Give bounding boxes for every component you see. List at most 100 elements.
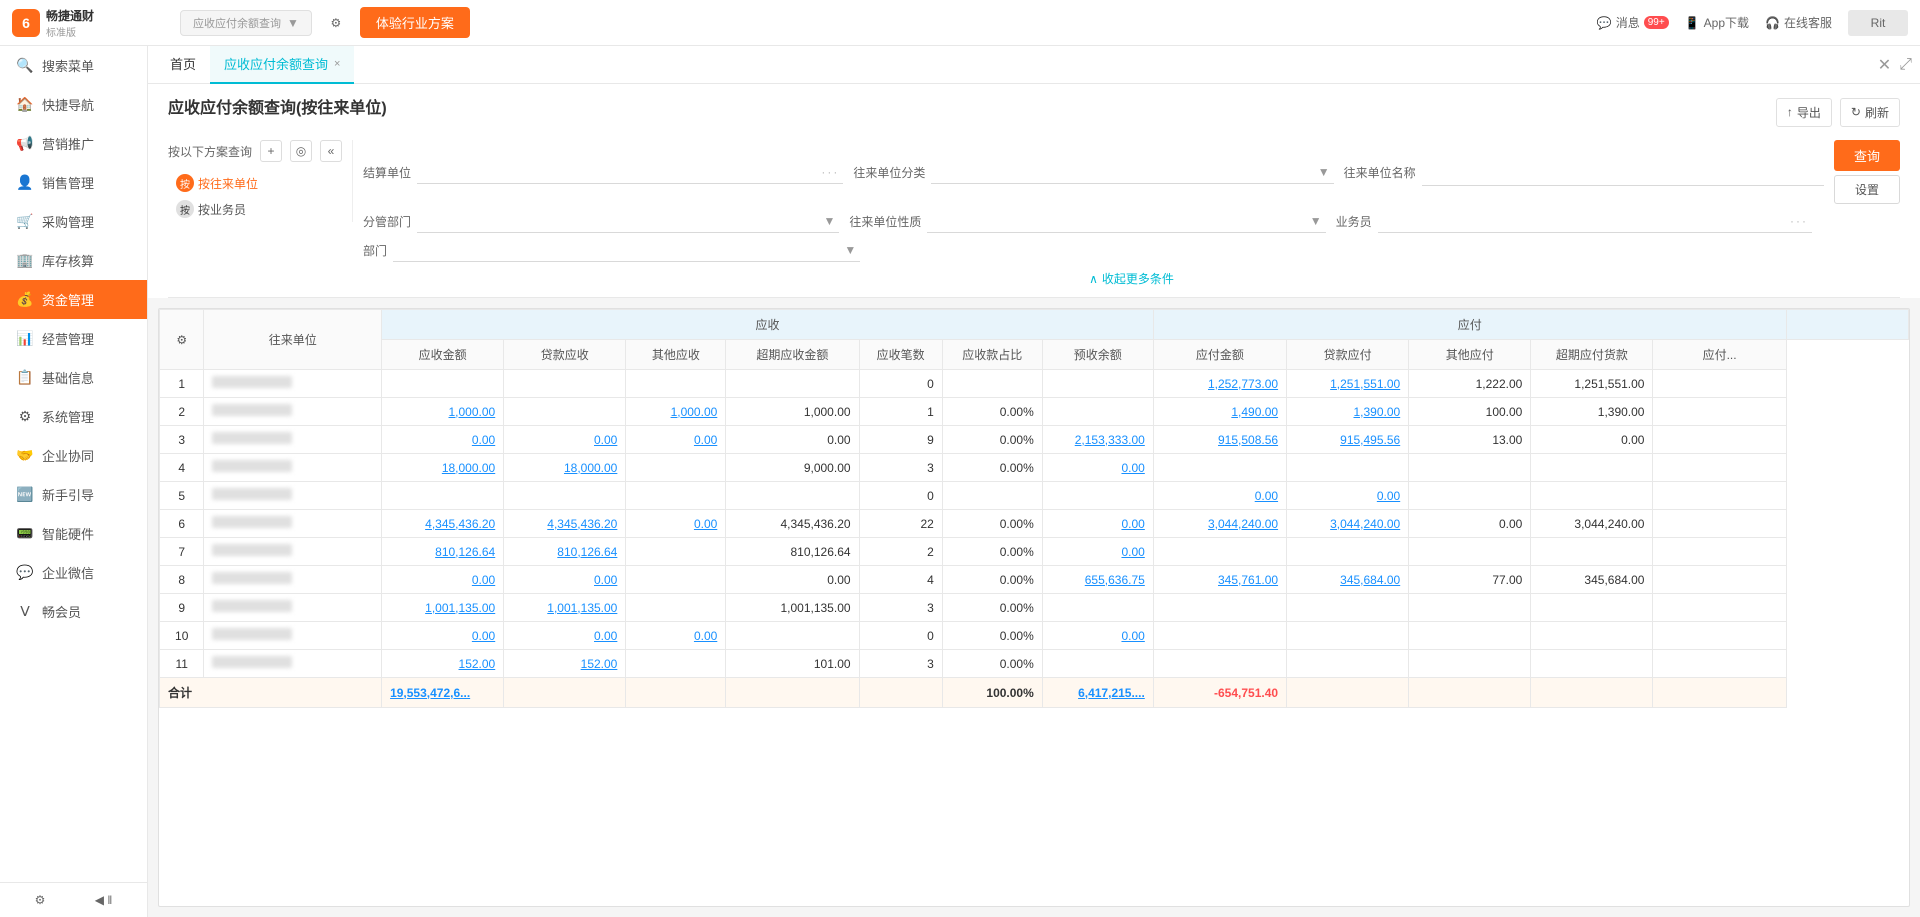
collapse-filter-button[interactable]: « [320,140,342,162]
sidebar-item-quick-nav[interactable]: 🏠 快捷导航 [0,85,147,124]
salesperson-input[interactable]: ··· [1378,210,1812,233]
chevron-down-icon: ▼ [1318,165,1330,179]
user-avatar[interactable]: Rit [1848,10,1908,36]
footer-ar-amount[interactable]: 19,553,472,6... [382,678,504,708]
sidebar-label: 企业协同 [42,446,94,465]
table-row: 101,252,773.001,251,551.001,222.001,251,… [160,370,1909,398]
system-icon: ⚙ [16,408,34,425]
partner-category-select[interactable]: ▼ [931,161,1333,184]
refresh-button[interactable]: ↻ 刷新 [1840,98,1900,127]
query-btn-group: 查询 设置 [1834,140,1900,204]
partner-nature-select[interactable]: ▼ [927,210,1325,233]
settlement-label: 结算单位 [363,164,411,181]
chevron-down-icon-3: ▼ [1310,214,1322,228]
purchase-icon: 🛒 [16,213,34,230]
table-container: ⚙ 往来单位 应收 应付 应收金额 贷款应收 其他应收 超期应收金额 应收笔数 … [148,298,1920,917]
sidebar-label: 库存核算 [42,251,94,270]
dept-manager-select[interactable]: ▼ [417,210,839,233]
table-settings-icon[interactable]: ⚙ [176,333,187,347]
th-ap-group: 应付 [1153,310,1786,340]
partner-name-input[interactable] [1422,158,1824,186]
filter-label: 按以下方案查询 [168,143,252,160]
tab-expand-icon[interactable]: ⤢ [1899,56,1912,74]
sidebar-item-basic[interactable]: 📋 基础信息 [0,358,147,397]
filter-scheme-by-staff[interactable]: 按 按业务员 [168,196,342,222]
sidebar-item-enterprise[interactable]: 🤝 企业协同 [0,436,147,475]
sidebar-item-purchase[interactable]: 🛒 采购管理 [0,202,147,241]
th-ar-overdue: 超期应收金额 [726,340,859,370]
sidebar-bottom: ⚙ ◀ ‖ [0,882,147,917]
sidebar-item-sales[interactable]: 👤 销售管理 [0,163,147,202]
sidebar-item-system[interactable]: ⚙ 系统管理 [0,397,147,436]
dept-manager-label: 分管部门 [363,213,411,230]
table-row: 418,000.0018,000.009,000.0030.00%0.00 [160,454,1909,482]
breadcrumb[interactable]: 应收应付余额查询 ▼ [180,10,312,36]
sidebar-item-search-menu[interactable]: 🔍 搜索菜单 [0,46,147,85]
sidebar-label: 智能硬件 [42,524,94,543]
scheme-staff-icon: 按 [176,200,194,218]
table-row: 30.000.000.000.0090.00%2,153,333.00915,5… [160,426,1909,454]
filter-scheme-by-unit[interactable]: 按 按往来单位 [168,170,342,196]
sidebar-item-guide[interactable]: 🆕 新手引导 [0,475,147,514]
messages-button[interactable]: 💬 消息 99+ [1597,14,1669,31]
tab-ar-balance[interactable]: 应收应付余额查询 × [210,46,354,84]
table-row: 21,000.001,000.001,000.0010.00%1,490.001… [160,398,1909,426]
sidebar-label: 畅会员 [42,602,81,621]
settings-gear-icon[interactable]: ⚙ [320,7,352,39]
tab-close-icon[interactable]: × [334,58,340,70]
tab-home[interactable]: 首页 [156,46,210,84]
sidebar-item-finance[interactable]: 💰 资金管理 [0,280,147,319]
sidebar-label: 经营管理 [42,329,94,348]
table-row: 80.000.000.0040.00%655,636.75345,761.003… [160,566,1909,594]
table-footer-row: 合计 19,553,472,6... 100.00% 6,417,215....… [160,678,1909,708]
enterprise-icon: 🤝 [16,447,34,464]
footer-ar-prepay[interactable]: 6,417,215.... [1042,678,1153,708]
filter-cell-dept: 部门 ▼ [363,239,870,262]
partner-name-label: 往来单位名称 [1344,164,1416,181]
filter-scheme-panel: 按以下方案查询 + ◎ « 按 按往来单位 按 按业务员 [168,140,353,222]
top-bar-right: 💬 消息 99+ 📱 App下载 🎧 在线客服 Rit [1597,10,1908,36]
footer-ap-other [1409,678,1531,708]
top-bar: 6 畅捷通财 标准版 应收应付余额查询 ▼ ⚙ 体验行业方案 💬 消息 99+ … [0,0,1920,46]
sidebar-label: 搜索菜单 [42,56,94,75]
home-icon: 🏠 [16,96,34,113]
settlement-input[interactable]: ··· [417,161,843,184]
th-settings[interactable]: ⚙ [160,310,204,370]
sidebar-item-operation[interactable]: 📊 经营管理 [0,319,147,358]
footer-ar-overdue [726,678,859,708]
tab-close-window-icon[interactable]: ✕ [1878,55,1891,75]
settings-button[interactable]: 设置 [1834,175,1900,204]
industry-solution-button[interactable]: 体验行业方案 [360,7,470,38]
collapse-more-button[interactable]: ∧ 收起更多条件 [1089,266,1174,291]
sidebar-item-inventory[interactable]: 🏢 库存核算 [0,241,147,280]
edit-filter-button[interactable]: ◎ [290,140,312,162]
th-ar-other: 其他应收 [626,340,726,370]
footer-ap-suffix [1653,678,1786,708]
query-button[interactable]: 查询 [1834,140,1900,171]
export-button[interactable]: ↑ 导出 [1776,98,1832,127]
th-ar-group: 应收 [382,310,1154,340]
sidebar-item-hardware[interactable]: 📟 智能硬件 [0,514,147,553]
sidebar-label: 快捷导航 [42,95,94,114]
main-content: 首页 应收应付余额查询 × ✕ ⤢ 应收应付余额查询(按往来单位) ↑ 导出 ↻… [148,46,1920,917]
export-icon: ↑ [1787,105,1793,119]
sidebar-collapse-icon[interactable]: ◀ ‖ [95,893,113,907]
sidebar-item-marketing[interactable]: 📢 营销推广 [0,124,147,163]
th-ar-count: 应收笔数 [859,340,942,370]
sidebar-item-wechat[interactable]: 💬 企业微信 [0,553,147,592]
app-download-button[interactable]: 📱 App下载 [1685,14,1749,31]
dept-select[interactable]: ▼ [393,239,860,262]
dots-icon: ··· [821,165,839,179]
data-table-wrapper: ⚙ 往来单位 应收 应付 应收金额 贷款应收 其他应收 超期应收金额 应收笔数 … [158,308,1910,907]
filter-collapse-area: ∧ 收起更多条件 [363,266,1900,291]
online-service-button[interactable]: 🎧 在线客服 [1765,14,1832,31]
footer-ap-loan [1287,678,1409,708]
table-row: 100.000.000.0000.00%0.00 [160,622,1909,650]
filter-cell-dept-manager: 分管部门 ▼ [363,210,849,233]
dots-icon-2: ··· [1790,214,1808,228]
sidebar-settings-icon[interactable]: ⚙ [35,893,46,907]
filter-toolbar: 按以下方案查询 + ◎ « [168,140,342,162]
sidebar-item-member[interactable]: Ⅴ 畅会员 [0,592,147,631]
logo-text: 畅捷通财 标准版 [46,7,94,39]
add-filter-button[interactable]: + [260,140,282,162]
